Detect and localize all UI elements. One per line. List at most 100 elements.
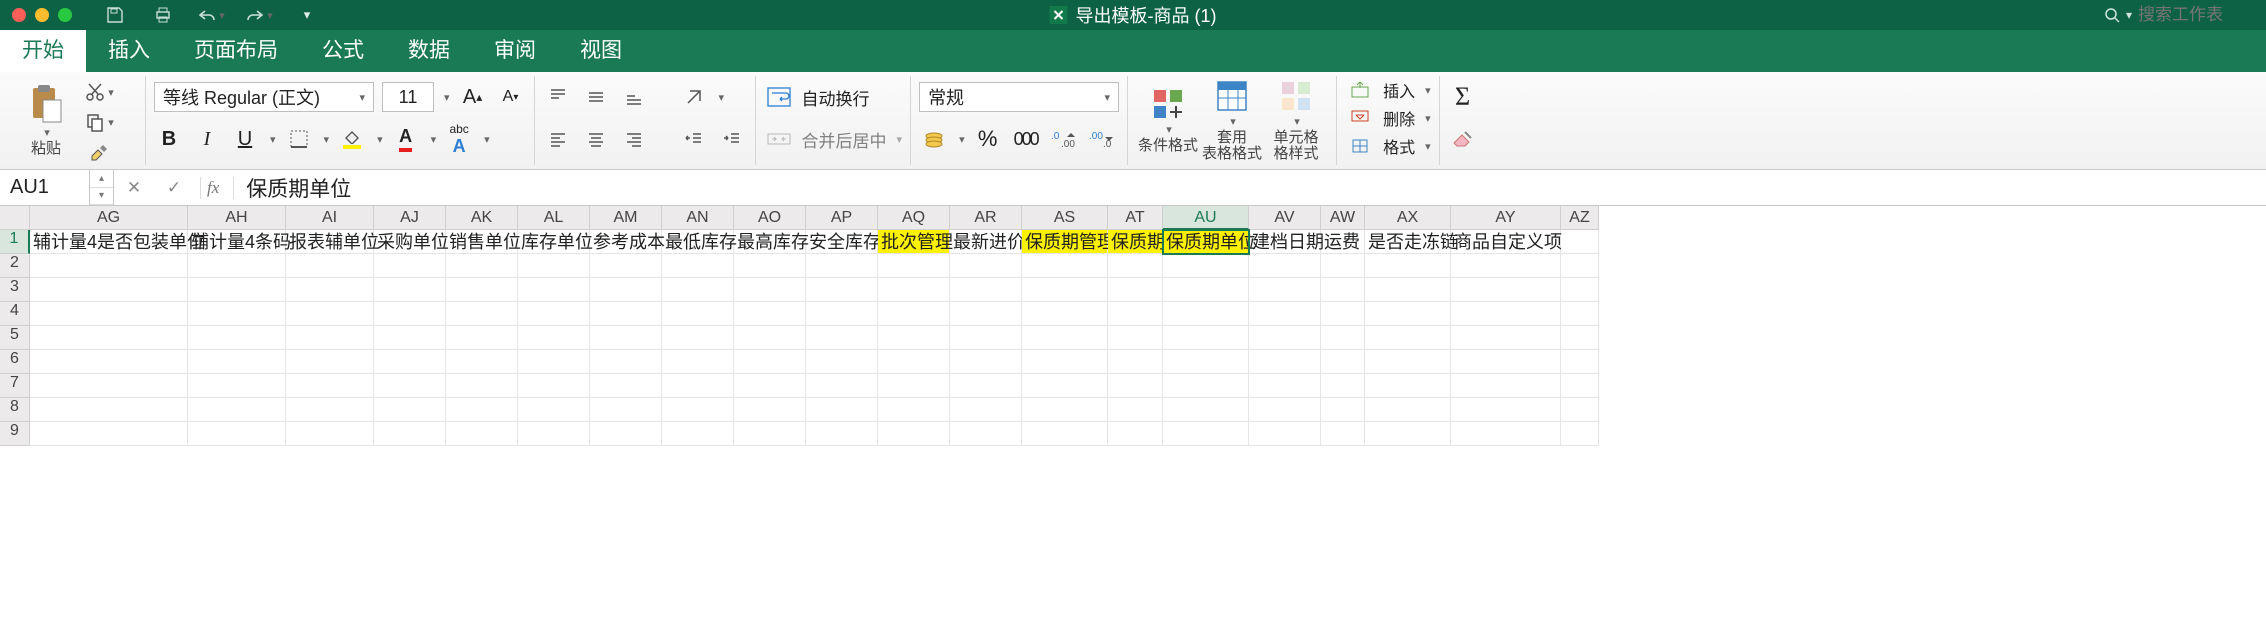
column-header-AG[interactable]: AG: [30, 206, 188, 230]
cell-AP9[interactable]: [806, 422, 878, 446]
cell-AR7[interactable]: [950, 374, 1022, 398]
cell-AV2[interactable]: [1249, 254, 1321, 278]
cell-AG5[interactable]: [30, 326, 188, 350]
cell-AQ9[interactable]: [878, 422, 950, 446]
cell-AT8[interactable]: [1108, 398, 1163, 422]
cell-AM7[interactable]: [590, 374, 662, 398]
cell-AN8[interactable]: [662, 398, 734, 422]
increase-font-icon[interactable]: A▴: [458, 82, 488, 112]
currency-icon[interactable]: [919, 124, 949, 154]
align-center-icon[interactable]: [581, 124, 611, 154]
cell-AJ9[interactable]: [374, 422, 446, 446]
cell-AV9[interactable]: [1249, 422, 1321, 446]
cell-AX2[interactable]: [1365, 254, 1451, 278]
cell-AT4[interactable]: [1108, 302, 1163, 326]
cell-AU5[interactable]: [1163, 326, 1249, 350]
cell-AT9[interactable]: [1108, 422, 1163, 446]
cell-AY8[interactable]: [1451, 398, 1561, 422]
cell-AY2[interactable]: [1451, 254, 1561, 278]
cut-icon[interactable]: ▾: [84, 80, 114, 104]
print-icon[interactable]: [148, 0, 178, 30]
cell-AO7[interactable]: [734, 374, 806, 398]
cell-AL5[interactable]: [518, 326, 590, 350]
cell-AN1[interactable]: 最低库存: [662, 230, 734, 254]
cell-AH6[interactable]: [188, 350, 286, 374]
tab-数据[interactable]: 数据: [386, 26, 472, 72]
cell-AR1[interactable]: 最新进价: [950, 230, 1022, 254]
percent-icon[interactable]: %: [973, 124, 1003, 154]
wrap-text-icon[interactable]: [764, 82, 794, 112]
search-bar[interactable]: ▾: [2104, 5, 2266, 25]
cell-AL6[interactable]: [518, 350, 590, 374]
cell-AY7[interactable]: [1451, 374, 1561, 398]
column-header-AQ[interactable]: AQ: [878, 206, 950, 230]
cell-AV3[interactable]: [1249, 278, 1321, 302]
column-header-AK[interactable]: AK: [446, 206, 518, 230]
cell-AZ6[interactable]: [1561, 350, 1599, 374]
italic-button[interactable]: I: [192, 124, 222, 154]
cell-AU8[interactable]: [1163, 398, 1249, 422]
cell-AR4[interactable]: [950, 302, 1022, 326]
font-color-icon[interactable]: A: [391, 124, 421, 154]
cell-AJ6[interactable]: [374, 350, 446, 374]
cell-AZ2[interactable]: [1561, 254, 1599, 278]
column-header-AO[interactable]: AO: [734, 206, 806, 230]
cell-AQ7[interactable]: [878, 374, 950, 398]
cell-AZ3[interactable]: [1561, 278, 1599, 302]
tab-视图[interactable]: 视图: [558, 26, 644, 72]
cell-AN2[interactable]: [662, 254, 734, 278]
phonetic-icon[interactable]: abcA: [444, 124, 474, 154]
cell-AR3[interactable]: [950, 278, 1022, 302]
align-right-icon[interactable]: [619, 124, 649, 154]
cell-AS6[interactable]: [1022, 350, 1108, 374]
cell-AQ2[interactable]: [878, 254, 950, 278]
cell-AZ9[interactable]: [1561, 422, 1599, 446]
cell-AX7[interactable]: [1365, 374, 1451, 398]
cell-AX4[interactable]: [1365, 302, 1451, 326]
cell-AW2[interactable]: [1321, 254, 1365, 278]
cell-AY5[interactable]: [1451, 326, 1561, 350]
decrease-font-icon[interactable]: A▾: [496, 82, 526, 112]
undo-icon[interactable]: ▾: [196, 0, 226, 30]
copy-icon[interactable]: ▾: [84, 110, 114, 134]
format-painter-icon[interactable]: [84, 141, 114, 165]
cell-AX5[interactable]: [1365, 326, 1451, 350]
cell-AZ1[interactable]: [1561, 230, 1599, 254]
cell-AM1[interactable]: 参考成本: [590, 230, 662, 254]
underline-button[interactable]: U: [230, 124, 260, 154]
cell-AJ5[interactable]: [374, 326, 446, 350]
name-box[interactable]: AU1: [0, 170, 90, 205]
cell-AX8[interactable]: [1365, 398, 1451, 422]
cell-AP6[interactable]: [806, 350, 878, 374]
redo-icon[interactable]: ▾: [244, 0, 274, 30]
cell-AR9[interactable]: [950, 422, 1022, 446]
cell-AU9[interactable]: [1163, 422, 1249, 446]
cell-AO1[interactable]: 最高库存: [734, 230, 806, 254]
align-bottom-icon[interactable]: [619, 82, 649, 112]
cell-AW6[interactable]: [1321, 350, 1365, 374]
column-header-AJ[interactable]: AJ: [374, 206, 446, 230]
row-header-7[interactable]: 7: [0, 374, 30, 398]
chevron-down-icon[interactable]: ▾: [90, 188, 113, 206]
cell-AS7[interactable]: [1022, 374, 1108, 398]
cell-AM5[interactable]: [590, 326, 662, 350]
cell-AP5[interactable]: [806, 326, 878, 350]
cell-AQ6[interactable]: [878, 350, 950, 374]
cell-AG7[interactable]: [30, 374, 188, 398]
cell-AI4[interactable]: [286, 302, 374, 326]
cell-AS3[interactable]: [1022, 278, 1108, 302]
cell-AP7[interactable]: [806, 374, 878, 398]
format-cells-icon[interactable]: [1345, 131, 1375, 161]
column-header-AR[interactable]: AR: [950, 206, 1022, 230]
font-name-select[interactable]: 等线 Regular (正文)▾: [154, 82, 374, 112]
cell-AP1[interactable]: 安全库存: [806, 230, 878, 254]
align-middle-icon[interactable]: [581, 82, 611, 112]
decrease-indent-icon[interactable]: [679, 124, 709, 154]
align-left-icon[interactable]: [543, 124, 573, 154]
cell-AH3[interactable]: [188, 278, 286, 302]
column-header-AL[interactable]: AL: [518, 206, 590, 230]
minimize-window-icon[interactable]: [35, 8, 49, 22]
formula-content[interactable]: 保质期单位: [240, 173, 351, 203]
cell-AP4[interactable]: [806, 302, 878, 326]
column-header-AY[interactable]: AY: [1451, 206, 1561, 230]
